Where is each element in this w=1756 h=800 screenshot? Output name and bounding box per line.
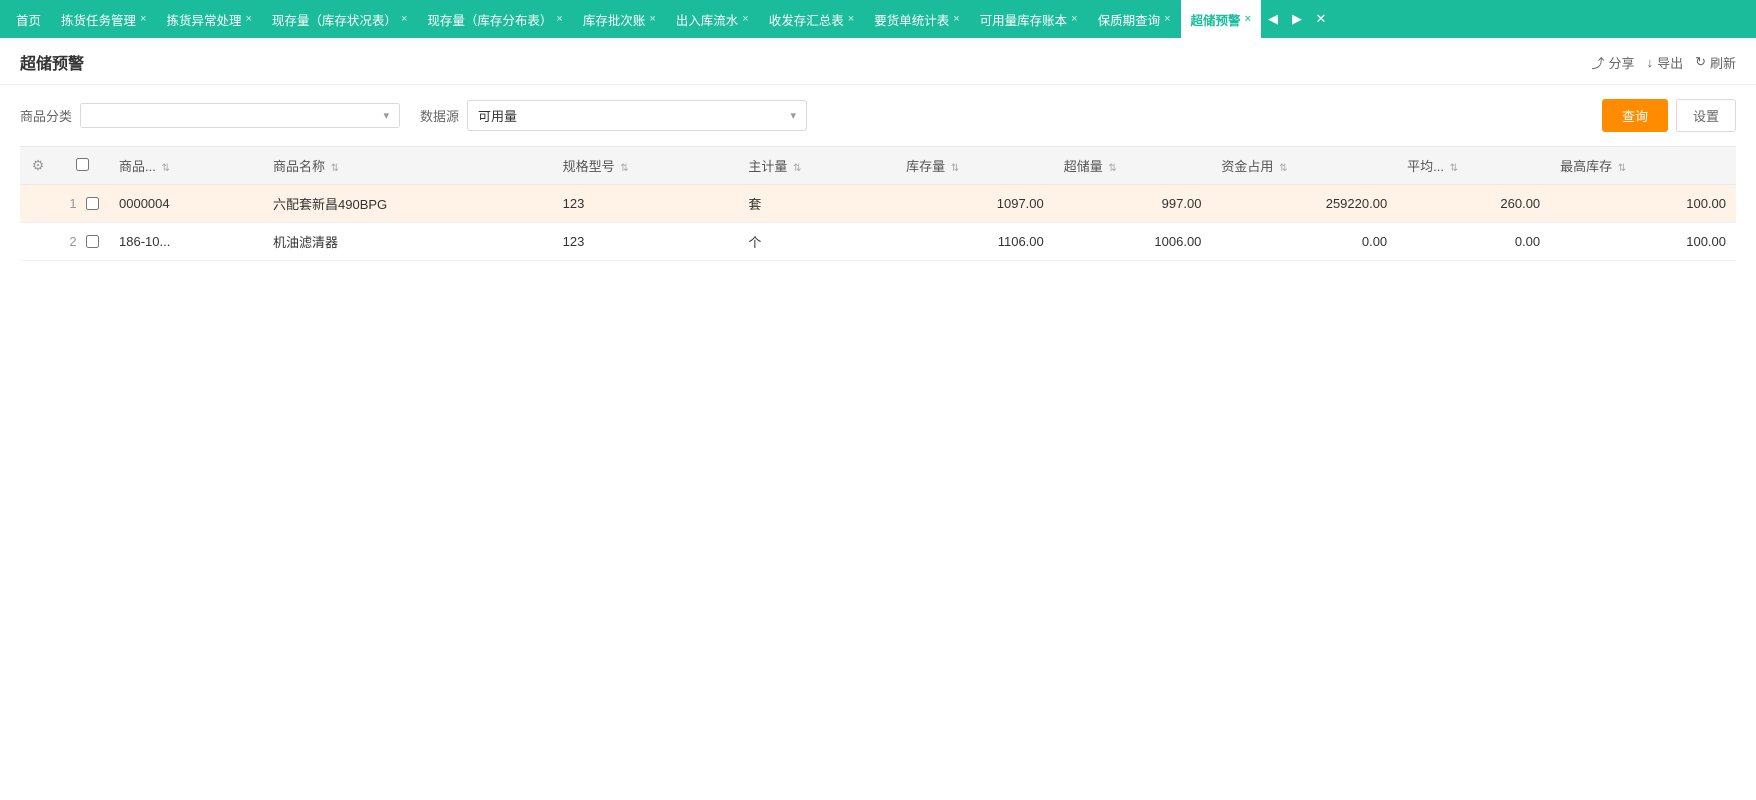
nav-close-quality[interactable]: × xyxy=(1164,13,1170,25)
cell-product-code-0: 0000004 xyxy=(109,185,263,223)
nav-item-batch[interactable]: 库存批次账 × xyxy=(573,0,666,38)
nav-arrow-close-all[interactable]: ✕ xyxy=(1309,0,1333,38)
nav-item-exception[interactable]: 拣货异常处理 × xyxy=(156,0,261,38)
nav-item-home[interactable]: 首页 xyxy=(6,0,51,38)
nav-item-quality[interactable]: 保质期查询 × xyxy=(1088,0,1181,38)
row-checkbox-0[interactable] xyxy=(86,197,99,210)
col-gear: ⚙ xyxy=(20,147,56,185)
settings-icon[interactable]: ⚙ xyxy=(32,157,45,173)
sort-icon-stock: ⇅ xyxy=(951,163,959,174)
nav-item-inout[interactable]: 出入库流水 × xyxy=(666,0,759,38)
cell-capital-1: 0.00 xyxy=(1211,223,1397,261)
cell-spec-1: 123 xyxy=(553,223,739,261)
cell-product-name-0: 六配套新昌490BPG xyxy=(263,185,553,223)
nav-close-batch[interactable]: × xyxy=(649,13,655,25)
col-checkbox-header xyxy=(56,147,109,185)
nav-close-available[interactable]: × xyxy=(1071,13,1077,25)
cell-avg-1: 0.00 xyxy=(1397,223,1550,261)
export-button[interactable]: ↓ 导出 xyxy=(1647,53,1684,72)
refresh-icon: ↻ xyxy=(1695,54,1706,70)
select-all-checkbox[interactable] xyxy=(76,158,89,171)
cell-product-name-1: 机油滤清器 xyxy=(263,223,553,261)
cell-product-code-1: 186-10... xyxy=(109,223,263,261)
row-num-0: 1 xyxy=(56,185,109,223)
col-stock[interactable]: 库存量 ⇅ xyxy=(896,147,1054,185)
chevron-down-icon: ▾ xyxy=(383,109,389,122)
nav-item-stock-dist[interactable]: 现存量（库存分布表） × xyxy=(417,0,572,38)
cell-unit-0: 套 xyxy=(738,185,896,223)
filter-product-category: 商品分类 ▾ xyxy=(20,103,400,128)
col-max-stock[interactable]: 最高库存 ⇅ xyxy=(1550,147,1736,185)
page-title: 超储预警 xyxy=(20,50,84,74)
nav-close-task[interactable]: × xyxy=(140,13,146,25)
nav-arrow-right[interactable]: ▶ xyxy=(1285,0,1309,38)
cell-max-stock-1: 100.00 xyxy=(1550,223,1736,261)
sort-icon-unit: ⇅ xyxy=(793,163,801,174)
cell-over-stock-0: 997.00 xyxy=(1054,185,1212,223)
row-num-1: 2 xyxy=(56,223,109,261)
cell-max-stock-0: 100.00 xyxy=(1550,185,1736,223)
sort-icon-capital: ⇅ xyxy=(1279,163,1287,174)
cell-capital-0: 259220.00 xyxy=(1211,185,1397,223)
col-product-name[interactable]: 商品名称 ⇅ xyxy=(263,147,553,185)
share-icon: ⤴ xyxy=(1592,53,1605,72)
setting-button[interactable]: 设置 xyxy=(1676,99,1736,132)
nav-item-overstock[interactable]: 超储预警 × xyxy=(1181,0,1261,38)
nav-item-stock-status[interactable]: 现存量（库存状况表） × xyxy=(262,0,417,38)
row-checkbox-1[interactable] xyxy=(86,235,99,248)
export-icon: ↓ xyxy=(1647,55,1654,70)
sort-icon-max: ⇅ xyxy=(1618,163,1626,174)
nav-close-overstock[interactable]: × xyxy=(1245,13,1251,25)
sort-icon-spec: ⇅ xyxy=(620,163,628,174)
cell-stock-1: 1106.00 xyxy=(896,223,1054,261)
query-button[interactable]: 查询 xyxy=(1602,99,1668,132)
nav-close-inout[interactable]: × xyxy=(742,13,748,25)
filter-buttons: 查询 设置 xyxy=(1602,99,1736,132)
table-wrapper: ⚙ 商品... ⇅ 商品名称 ⇅ 规格型号 ⇅ 主计量 xyxy=(0,146,1756,261)
data-source-select[interactable]: 可用量 ▾ xyxy=(467,100,807,131)
nav-close-stock-dist[interactable]: × xyxy=(556,13,562,25)
row-gear-1 xyxy=(20,223,56,261)
data-source-label: 数据源 xyxy=(420,106,459,125)
col-avg[interactable]: 平均... ⇅ xyxy=(1397,147,1550,185)
sort-icon-avg: ⇅ xyxy=(1450,163,1458,174)
row-gear-0 xyxy=(20,185,56,223)
chevron-down-icon-2: ▾ xyxy=(791,109,797,122)
nav-item-demand[interactable]: 要货单统计表 × xyxy=(864,0,969,38)
col-unit[interactable]: 主计量 ⇅ xyxy=(738,147,896,185)
cell-spec-0: 123 xyxy=(553,185,739,223)
cell-unit-1: 个 xyxy=(738,223,896,261)
data-table: ⚙ 商品... ⇅ 商品名称 ⇅ 规格型号 ⇅ 主计量 xyxy=(20,146,1736,261)
sort-icon-name: ⇅ xyxy=(331,163,339,174)
header-actions: ⤴ 分享 ↓ 导出 ↻ 刷新 xyxy=(1592,53,1736,72)
nav-close-stock-status[interactable]: × xyxy=(401,13,407,25)
top-nav: 首页 拣货任务管理 × 拣货异常处理 × 现存量（库存状况表） × 现存量（库存… xyxy=(0,0,1756,38)
refresh-button[interactable]: ↻ 刷新 xyxy=(1695,53,1736,72)
nav-arrow-left[interactable]: ◀ xyxy=(1261,0,1285,38)
col-capital[interactable]: 资金占用 ⇅ xyxy=(1211,147,1397,185)
filter-area: 商品分类 ▾ 数据源 可用量 ▾ 查询 设置 xyxy=(0,85,1756,146)
nav-item-available[interactable]: 可用量库存账本 × xyxy=(970,0,1088,38)
nav-close-demand[interactable]: × xyxy=(953,13,959,25)
col-over-stock[interactable]: 超储量 ⇅ xyxy=(1054,147,1212,185)
col-product-code[interactable]: 商品... ⇅ xyxy=(109,147,263,185)
product-category-select[interactable]: ▾ xyxy=(80,103,400,128)
cell-avg-0: 260.00 xyxy=(1397,185,1550,223)
nav-close-summary[interactable]: × xyxy=(848,13,854,25)
nav-item-summary[interactable]: 收发存汇总表 × xyxy=(759,0,864,38)
table-header-row: ⚙ 商品... ⇅ 商品名称 ⇅ 规格型号 ⇅ 主计量 xyxy=(20,147,1736,185)
col-spec[interactable]: 规格型号 ⇅ xyxy=(553,147,739,185)
table-row: 2 186-10... 机油滤清器 123 个 1106.00 1006.00 … xyxy=(20,223,1736,261)
share-button[interactable]: ⤴ 分享 xyxy=(1592,53,1635,72)
filter-data-source: 数据源 可用量 ▾ xyxy=(420,100,807,131)
nav-item-task[interactable]: 拣货任务管理 × xyxy=(51,0,156,38)
sort-icon-over: ⇅ xyxy=(1108,163,1116,174)
nav-close-exception[interactable]: × xyxy=(245,13,251,25)
page-header: 超储预警 ⤴ 分享 ↓ 导出 ↻ 刷新 xyxy=(0,38,1756,85)
cell-stock-0: 1097.00 xyxy=(896,185,1054,223)
table-row: 1 0000004 六配套新昌490BPG 123 套 1097.00 997.… xyxy=(20,185,1736,223)
sort-icon-code: ⇅ xyxy=(161,163,169,174)
cell-over-stock-1: 1006.00 xyxy=(1054,223,1212,261)
product-category-label: 商品分类 xyxy=(20,106,72,125)
